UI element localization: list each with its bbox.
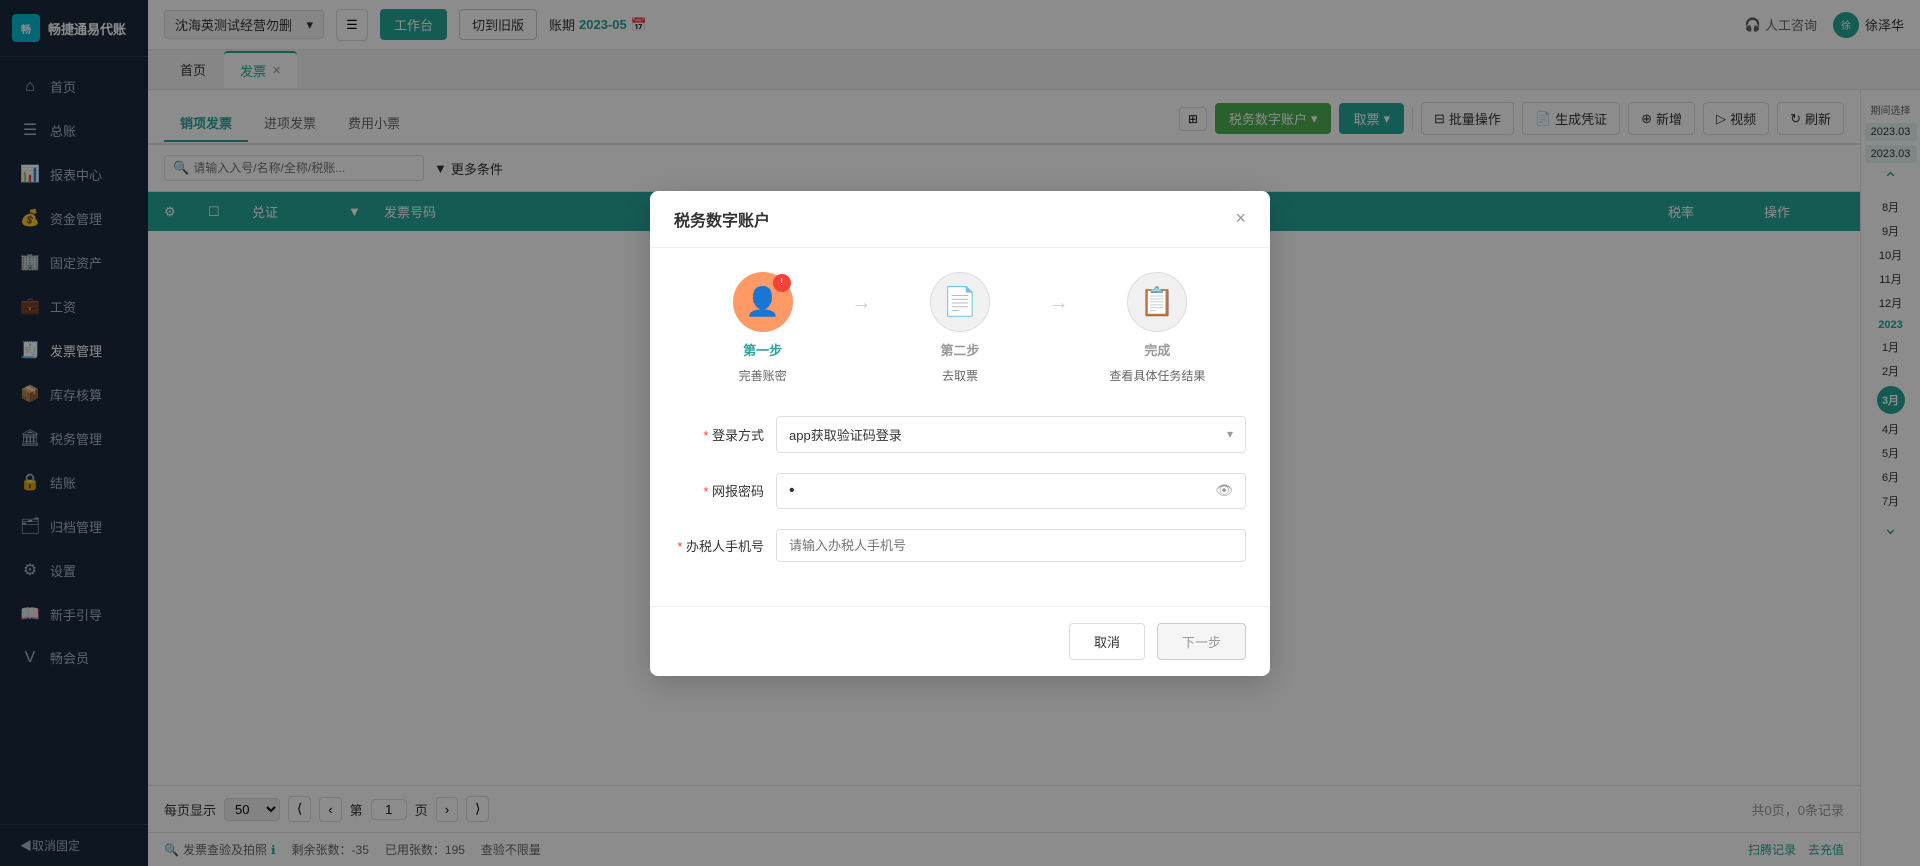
password-field[interactable]: 👁 <box>776 473 1246 509</box>
form-row-login-method: 登录方式 app获取验证码登录 ▾ <box>674 416 1246 453</box>
login-method-value: app获取验证码登录 <box>789 425 1227 444</box>
tax-digital-dialog: 税务数字账户 × 👤 ! 第一步 完善账密 → <box>650 191 1270 676</box>
phone-field[interactable] <box>776 529 1246 562</box>
modal-overlay: 税务数字账户 × 👤 ! 第一步 完善账密 → <box>0 0 1920 866</box>
step-3-circle: 📋 <box>1127 272 1187 332</box>
step-2-label: 第二步 <box>940 340 979 359</box>
step-2-circle: 📄 <box>930 272 990 332</box>
step-1: 👤 ! 第一步 完善账密 <box>674 272 851 384</box>
step-3-label: 完成 <box>1144 340 1170 359</box>
eye-icon[interactable]: 👁 <box>1215 482 1233 499</box>
phone-input[interactable] <box>789 538 1233 553</box>
dialog-footer: 取消 下一步 <box>650 606 1270 676</box>
dialog-header: 税务数字账户 × <box>650 191 1270 248</box>
form-row-password: 网报密码 👁 <box>674 473 1246 509</box>
phone-label: 办税人手机号 <box>674 536 764 555</box>
dialog-body: 👤 ! 第一步 完善账密 → 📄 第二步 去取票 → <box>650 248 1270 606</box>
dialog-title: 税务数字账户 <box>674 207 770 231</box>
step-3-icon: 📋 <box>1140 285 1175 318</box>
step-arrow-1: → <box>851 292 871 315</box>
step-2-icon: 📄 <box>943 285 978 318</box>
cancel-button[interactable]: 取消 <box>1069 623 1145 660</box>
step-1-label: 第一步 <box>743 340 782 359</box>
dialog-close-button[interactable]: × <box>1235 208 1246 229</box>
step-1-desc: 完善账密 <box>739 367 787 384</box>
password-label: 网报密码 <box>674 481 764 500</box>
step-1-icon: 👤 <box>745 285 780 318</box>
login-method-label: 登录方式 <box>674 425 764 444</box>
steps-indicator: 👤 ! 第一步 完善账密 → 📄 第二步 去取票 → <box>674 272 1246 384</box>
step-arrow-2: → <box>1049 292 1069 315</box>
password-input[interactable] <box>789 482 1215 500</box>
form-row-phone: 办税人手机号 <box>674 529 1246 562</box>
login-method-select[interactable]: app获取验证码登录 ▾ <box>776 416 1246 453</box>
step-1-badge: ! <box>773 274 791 292</box>
next-button[interactable]: 下一步 <box>1157 623 1246 660</box>
step-3-desc: 查看具体任务结果 <box>1109 367 1205 384</box>
step-3: 📋 完成 查看具体任务结果 <box>1069 272 1246 384</box>
step-2: 📄 第二步 去取票 <box>871 272 1048 384</box>
step-2-desc: 去取票 <box>942 367 978 384</box>
step-1-circle: 👤 ! <box>733 272 793 332</box>
login-method-dropdown-icon: ▾ <box>1227 427 1233 441</box>
